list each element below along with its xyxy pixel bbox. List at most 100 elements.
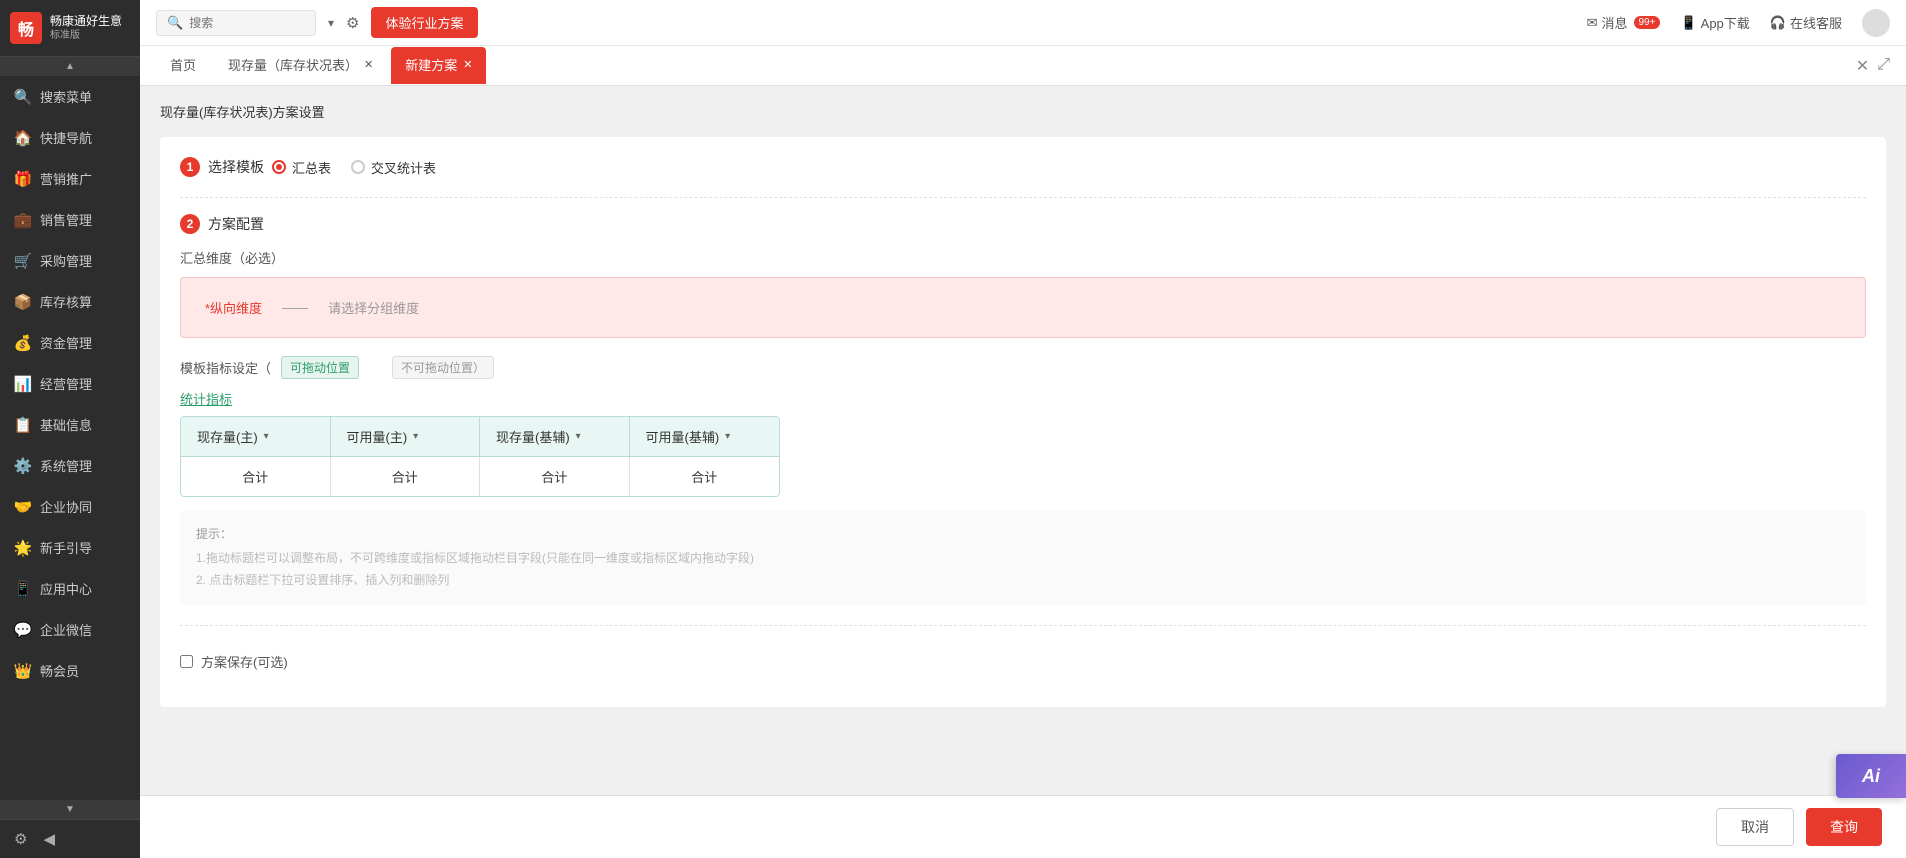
tip-item-1: 1.拖动标题栏可以调整布局，不可跨维度或指标区域拖动栏目字段(只能在同一维度或指…	[196, 548, 1850, 570]
content-area: 现存量(库存状况表)方案设置 1 选择模板 汇总表 交叉统计表	[140, 86, 1906, 858]
marketing-icon: 🎁	[14, 170, 32, 188]
sidebar-menu: 🔍 搜索菜单 🏠 快捷导航 🎁 营销推广 💼 销售管理 🛒 采购管理 📦 库存核…	[0, 76, 140, 800]
col1-dropdown-icon[interactable]: ▾	[264, 431, 269, 442]
col2-dropdown-icon[interactable]: ▾	[413, 431, 418, 442]
query-button[interactable]: 查询	[1806, 808, 1882, 846]
step1-section: 1 选择模板 汇总表 交叉统计表	[180, 157, 1866, 177]
purchase-icon: 🛒	[14, 252, 32, 270]
save-checkbox[interactable]	[180, 655, 193, 668]
tabs-bar: 首页 现存量（库存状况表） ✕ 新建方案 ✕ ✕ ⤢	[140, 46, 1906, 86]
radio-summary[interactable]: 汇总表	[272, 158, 331, 177]
sidebar-item-operation[interactable]: 📊 经营管理	[0, 363, 140, 404]
enterprise-wx-icon: 💬	[14, 621, 32, 639]
tab-inventory-close[interactable]: ✕	[364, 58, 373, 71]
sidebar-item-app-center[interactable]: 📱 应用中心	[0, 568, 140, 609]
sidebar-item-system[interactable]: ⚙️ 系统管理	[0, 445, 140, 486]
stats-header-col3[interactable]: 现存量(基辅) ▾	[480, 417, 630, 456]
operation-icon: 📊	[14, 375, 32, 393]
close-window-icon[interactable]: ✕	[1856, 56, 1869, 76]
stats-cell-1-1: 合计	[181, 457, 331, 496]
sidebar-item-sales[interactable]: 💼 销售管理	[0, 199, 140, 240]
inventory-icon: 📦	[14, 293, 32, 311]
indicator-settings-label: 模板指标设定（ 可拖动位置 不可拖动位置）	[180, 356, 1866, 379]
sidebar-item-inventory[interactable]: 📦 库存核算	[0, 281, 140, 322]
sidebar-item-finance[interactable]: 💰 资金管理	[0, 322, 140, 363]
stats-cell-1-2: 合计	[331, 457, 481, 496]
stats-cell-1-4: 合计	[630, 457, 780, 496]
radio-cross-circle	[351, 160, 365, 174]
sidebar-item-marketing[interactable]: 🎁 营销推广	[0, 158, 140, 199]
headset-icon: 🎧	[1770, 15, 1786, 31]
experience-btn[interactable]: 体验行业方案	[371, 7, 477, 38]
dim-placeholder: 请选择分组维度	[328, 298, 419, 317]
tip-item-2: 2. 点击标题栏下拉可设置排序、插入列和删除列	[196, 570, 1850, 592]
radio-summary-circle	[272, 160, 286, 174]
tab-inventory[interactable]: 现存量（库存状况表） ✕	[214, 47, 387, 84]
expand-window-icon[interactable]: ⤢	[1877, 56, 1890, 76]
radio-cross[interactable]: 交叉统计表	[351, 158, 436, 177]
col4-dropdown-icon[interactable]: ▾	[725, 431, 730, 442]
stats-header-col1[interactable]: 现存量(主) ▾	[181, 417, 331, 456]
stats-header-col4[interactable]: 可用量(基辅) ▾	[630, 417, 780, 456]
sidebar-item-enterprise-wx[interactable]: 💬 企业微信	[0, 609, 140, 650]
topbar-search-box[interactable]: 🔍	[156, 10, 316, 36]
online-service-item[interactable]: 🎧 在线客服	[1770, 13, 1842, 32]
sidebar-item-new-guide[interactable]: 🌟 新手引导	[0, 527, 140, 568]
ai-float-button[interactable]: Ai	[1836, 754, 1906, 798]
user-avatar[interactable]	[1862, 9, 1890, 37]
tab-new-plan[interactable]: 新建方案 ✕	[391, 47, 486, 84]
step2-title: 方案配置	[208, 214, 264, 234]
sidebar-scroll-up[interactable]: ▲	[0, 57, 140, 76]
step2-header: 2 方案配置	[180, 214, 1866, 234]
sidebar-item-purchase[interactable]: 🛒 采购管理	[0, 240, 140, 281]
cancel-button[interactable]: 取消	[1716, 808, 1794, 846]
messages-item[interactable]: ✉ 消息 99+	[1587, 13, 1661, 32]
template-radio-group: 汇总表 交叉统计表	[272, 158, 436, 177]
bottom-actions: 取消 查询	[140, 795, 1906, 858]
basic-info-icon: 📋	[14, 416, 32, 434]
stats-table-row: 合计 合计 合计 合计	[181, 457, 779, 496]
dim-dash: ——	[282, 300, 308, 315]
non-draggable-badge: 不可拖动位置）	[392, 356, 494, 379]
stats-table-header: 现存量(主) ▾ 可用量(主) ▾ 现存量(基辅) ▾	[181, 417, 779, 457]
col3-dropdown-icon[interactable]: ▾	[576, 431, 581, 442]
vertical-dim-label: *纵向维度	[205, 298, 262, 317]
sidebar-scroll-down[interactable]: ▼	[0, 800, 140, 819]
page-title: 现存量(库存状况表)方案设置	[160, 102, 1886, 121]
dimension-area[interactable]: *纵向维度 —— 请选择分组维度	[180, 277, 1866, 338]
tab-home[interactable]: 首页	[156, 47, 210, 84]
collapse-icon[interactable]: ◀	[43, 830, 55, 848]
topbar-gear-icon[interactable]: ⚙	[346, 14, 359, 32]
sidebar-item-quick-nav[interactable]: 🏠 快捷导航	[0, 117, 140, 158]
stats-table: 现存量(主) ▾ 可用量(主) ▾ 现存量(基辅) ▾	[180, 416, 780, 497]
save-label: 方案保存(可选)	[201, 652, 288, 671]
logo-text: 畅康通好生意 标准版	[50, 14, 122, 43]
stats-label: 统计指标	[180, 389, 1866, 408]
phone-icon: 📱	[1680, 15, 1696, 31]
search-icon: 🔍	[14, 88, 32, 106]
new-guide-icon: 🌟	[14, 539, 32, 557]
topbar-right: ✉ 消息 99+ 📱 App下载 🎧 在线客服	[1587, 9, 1890, 37]
settings-icon[interactable]: ⚙	[14, 830, 27, 848]
sidebar-item-basic-info[interactable]: 📋 基础信息	[0, 404, 140, 445]
sidebar-item-enterprise[interactable]: 🤝 企业协同	[0, 486, 140, 527]
step2-section: 2 方案配置 汇总维度（必选） *纵向维度 —— 请选择分组维度 模板指标设定（…	[180, 214, 1866, 605]
topbar-dropdown-arrow[interactable]: ▾	[328, 16, 334, 30]
footer-save: 方案保存(可选)	[180, 642, 1866, 671]
step2-number: 2	[180, 214, 200, 234]
topbar-left: 🔍 ▾ ⚙ 体验行业方案	[156, 7, 478, 38]
dimension-section-label: 汇总维度（必选）	[180, 248, 1866, 267]
enterprise-icon: 🤝	[14, 498, 32, 516]
system-icon: ⚙️	[14, 457, 32, 475]
search-input[interactable]	[189, 16, 309, 30]
sidebar-item-search[interactable]: 🔍 搜索菜单	[0, 76, 140, 117]
tab-new-plan-close[interactable]: ✕	[463, 58, 472, 71]
finance-icon: 💰	[14, 334, 32, 352]
app-download-item[interactable]: 📱 App下载	[1680, 13, 1749, 32]
stats-section: 统计指标 现存量(主) ▾ 可用量(主) ▾	[180, 389, 1866, 497]
main-area: 🔍 ▾ ⚙ 体验行业方案 ✉ 消息 99+ 📱 App下载 🎧 在线客服	[140, 0, 1906, 858]
sales-icon: 💼	[14, 211, 32, 229]
step1-header: 1 选择模板 汇总表 交叉统计表	[180, 157, 1866, 177]
sidebar-item-member[interactable]: 👑 畅会员	[0, 650, 140, 691]
stats-header-col2[interactable]: 可用量(主) ▾	[331, 417, 481, 456]
